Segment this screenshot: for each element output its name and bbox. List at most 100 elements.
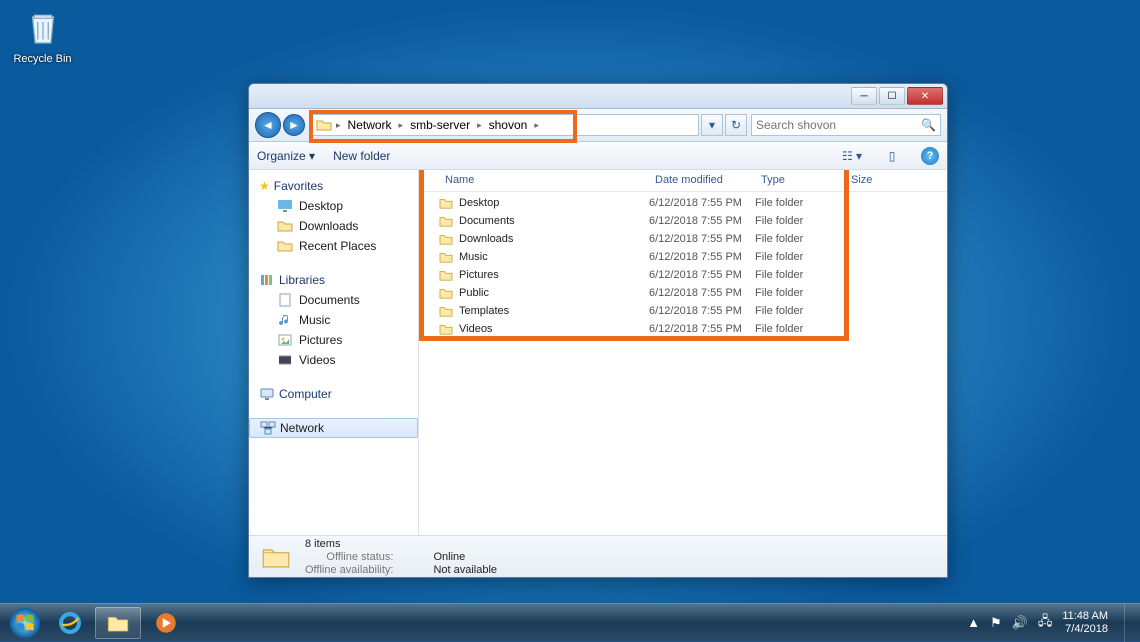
help-button[interactable]: ?	[921, 147, 939, 165]
breadcrumb-folder[interactable]: shovon	[486, 117, 531, 133]
file-row[interactable]: Templates6/12/2018 7:55 PMFile folder	[419, 302, 947, 320]
file-row[interactable]: Public6/12/2018 7:55 PMFile folder	[419, 284, 947, 302]
tray-action-center-icon[interactable]: ⚑	[990, 615, 1002, 631]
sidebar-libraries[interactable]: Libraries	[249, 270, 418, 290]
system-tray: ▲ ⚑ 🔊 🖧 11:48 AM 7/4/2018	[967, 610, 1118, 636]
col-name[interactable]: Name	[439, 170, 649, 191]
maximize-button[interactable]: ☐	[879, 87, 905, 105]
file-type: File folder	[755, 215, 845, 227]
nav-back-button[interactable]: ◄	[255, 112, 281, 138]
taskbar-ie[interactable]	[47, 607, 93, 639]
file-name: Music	[459, 251, 488, 263]
file-name: Videos	[459, 323, 492, 335]
preview-pane-button[interactable]: ▯	[881, 146, 903, 166]
taskbar-clock[interactable]: 11:48 AM 7/4/2018	[1062, 610, 1108, 636]
file-type: File folder	[755, 197, 845, 209]
desktop-icon	[277, 198, 293, 214]
sidebar-item-videos[interactable]: Videos	[249, 350, 418, 370]
show-desktop-button[interactable]	[1124, 604, 1136, 642]
new-folder-button[interactable]: New folder	[333, 149, 390, 163]
ie-icon	[57, 610, 83, 636]
file-row[interactable]: Music 6/12/2018 7:55 PMFile folder	[419, 248, 947, 266]
breadcrumb-network[interactable]: Network	[345, 117, 395, 133]
close-button[interactable]: ✕	[907, 87, 943, 105]
file-rows: Desktop6/12/2018 7:55 PMFile folderDocum…	[419, 192, 947, 338]
col-type[interactable]: Type	[755, 170, 845, 191]
search-box[interactable]: 🔍	[751, 114, 941, 136]
file-date: 6/12/2018 7:55 PM	[649, 287, 755, 299]
search-input[interactable]	[756, 118, 921, 132]
chevron-right-icon: ▸	[477, 120, 482, 131]
organize-button[interactable]: Organize ▾	[257, 149, 315, 163]
col-size[interactable]: Size	[845, 170, 947, 191]
search-icon: 🔍	[921, 118, 936, 132]
breadcrumb-server[interactable]: smb-server	[407, 117, 473, 133]
recycle-bin-icon	[22, 8, 64, 50]
file-type: File folder	[755, 269, 845, 281]
file-type: File folder	[755, 251, 845, 263]
file-date: 6/12/2018 7:55 PM	[649, 323, 755, 335]
sidebar-item-documents[interactable]: Documents	[249, 290, 418, 310]
status-bar: 8 items Offline status: Online Offline a…	[249, 535, 947, 577]
status-folder-icon	[259, 540, 293, 574]
file-row[interactable]: Desktop6/12/2018 7:55 PMFile folder	[419, 194, 947, 212]
file-date: 6/12/2018 7:55 PM	[649, 269, 755, 281]
sidebar-item-desktop[interactable]: Desktop	[249, 196, 418, 216]
tray-volume-icon[interactable]: 🔊	[1012, 615, 1028, 631]
videos-icon	[277, 352, 293, 368]
folder-icon	[439, 251, 453, 263]
navigation-pane: ★ Favorites Desktop Downloads Recent Pla…	[249, 170, 419, 535]
column-headers: Name Date modified Type Size	[419, 170, 947, 192]
file-date: 6/12/2018 7:55 PM	[649, 215, 755, 227]
taskbar-explorer[interactable]	[95, 607, 141, 639]
sidebar-item-downloads[interactable]: Downloads	[249, 216, 418, 236]
sidebar-item-recent[interactable]: Recent Places	[249, 236, 418, 256]
folder-icon	[105, 610, 131, 636]
libraries-label: Libraries	[279, 273, 325, 287]
minimize-button[interactable]: ─	[851, 87, 877, 105]
computer-icon	[259, 386, 275, 402]
file-type: File folder	[755, 323, 845, 335]
file-date: 6/12/2018 7:55 PM	[649, 305, 755, 317]
clock-time: 11:48 AM	[1062, 610, 1108, 623]
status-item-count: 8 items	[305, 538, 393, 550]
sidebar-item-pictures[interactable]: Pictures	[249, 330, 418, 350]
folder-icon	[439, 287, 453, 299]
col-date[interactable]: Date modified	[649, 170, 755, 191]
pictures-icon	[277, 332, 293, 348]
file-date: 6/12/2018 7:55 PM	[649, 251, 755, 263]
file-date: 6/12/2018 7:55 PM	[649, 233, 755, 245]
tray-up-icon[interactable]: ▲	[967, 615, 980, 630]
recycle-bin-label: Recycle Bin	[10, 53, 75, 65]
folder-icon	[439, 305, 453, 317]
downloads-icon	[277, 218, 293, 234]
music-icon	[277, 312, 293, 328]
file-name: Pictures	[459, 269, 499, 281]
folder-icon	[439, 323, 453, 335]
sidebar-favorites[interactable]: ★ Favorites	[249, 176, 418, 196]
address-bar[interactable]: ▸ Network ▸ smb-server ▸ shovon ▸	[311, 114, 699, 136]
tray-network-icon[interactable]: 🖧	[1038, 612, 1053, 634]
start-button[interactable]	[4, 604, 46, 642]
view-options-button[interactable]: ☷ ▾	[841, 146, 863, 166]
file-row[interactable]: Documents6/12/2018 7:55 PMFile folder	[419, 212, 947, 230]
desktop-recycle-bin[interactable]: Recycle Bin	[10, 8, 75, 65]
folder-icon	[439, 233, 453, 245]
chevron-right-icon: ▸	[534, 120, 539, 131]
sidebar-computer[interactable]: Computer	[249, 384, 418, 404]
chevron-right-icon: ▸	[336, 120, 341, 131]
chevron-right-icon: ▸	[399, 120, 404, 131]
refresh-button[interactable]: ↻	[725, 114, 747, 136]
taskbar-media[interactable]	[143, 607, 189, 639]
title-bar[interactable]: ─ ☐ ✕	[249, 84, 947, 109]
sidebar-network[interactable]: Network	[249, 418, 418, 438]
address-dropdown-button[interactable]: ▾	[701, 114, 723, 136]
recent-icon	[277, 238, 293, 254]
explorer-window: ─ ☐ ✕ ◄ ► ▸ Network ▸ smb-server ▸ shovo…	[248, 83, 948, 578]
file-row[interactable]: Videos 6/12/2018 7:55 PMFile folder	[419, 320, 947, 338]
nav-forward-button[interactable]: ►	[283, 114, 305, 136]
sidebar-item-music[interactable]: Music	[249, 310, 418, 330]
file-row[interactable]: Downloads6/12/2018 7:55 PMFile folder	[419, 230, 947, 248]
file-row[interactable]: Pictures 6/12/2018 7:55 PMFile folder	[419, 266, 947, 284]
documents-icon	[277, 292, 293, 308]
